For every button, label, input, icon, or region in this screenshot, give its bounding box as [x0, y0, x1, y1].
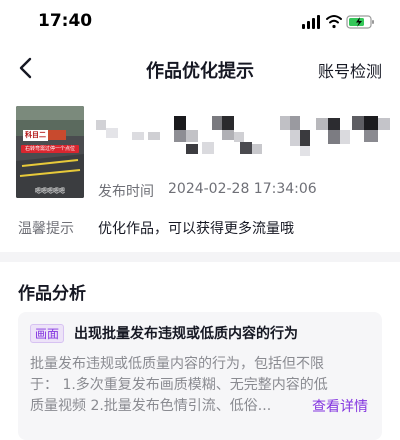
issue-title: 出现批量发布违规或低质内容的行为	[74, 326, 298, 342]
signal-icon	[302, 15, 320, 29]
account-check-button[interactable]: 账号检测	[318, 58, 382, 82]
nav-bar: 作品优化提示 账号检测	[0, 44, 400, 92]
thumbnail-caption: 嗯嗯嗯嗯嗯	[34, 188, 65, 195]
wifi-icon	[326, 15, 342, 29]
issue-card[interactable]: 画面 出现批量发布违规或低质内容的行为 批量发布违规或低质量内容的行为，包括但不…	[18, 312, 382, 440]
tip-label: 温馨提示	[18, 221, 74, 237]
publish-time-value: 2024-02-28 17:34:06	[168, 181, 317, 197]
battery-charging-icon	[346, 15, 374, 29]
view-details-link[interactable]: 查看详情	[312, 396, 368, 416]
video-thumbnail[interactable]: 科目二 右转弯需过停一个点位 嗯嗯嗯嗯嗯	[16, 106, 84, 198]
status-icons	[302, 15, 374, 29]
publish-time-label: 发布时间	[98, 184, 154, 200]
issue-tag: 画面	[30, 324, 65, 343]
blurred-title-mosaic	[96, 116, 390, 156]
issue-description-line: 批量发布违规或低质量内容的行为，包括但不限	[30, 356, 324, 372]
thumbnail-badge: 科目二	[23, 130, 48, 141]
issue-description-line: 质量视频 2.批量发布色情引流、低俗...	[30, 398, 272, 414]
thumbnail-banner: 右转弯需过停一个点位	[21, 145, 79, 153]
status-time: 17:40	[38, 11, 93, 31]
section-title: 作品分析	[18, 284, 86, 304]
analysis-section: 作品分析 画面 出现批量发布违规或低质内容的行为 批量发布违规或低质量内容的行为…	[0, 262, 400, 440]
tip-text: 优化作品，可以获得更多流量哦	[98, 221, 294, 237]
issue-description-line: 于： 1.多次重复发布画质模糊、无完整内容的低	[30, 377, 328, 393]
status-bar: 17:40	[0, 0, 400, 44]
